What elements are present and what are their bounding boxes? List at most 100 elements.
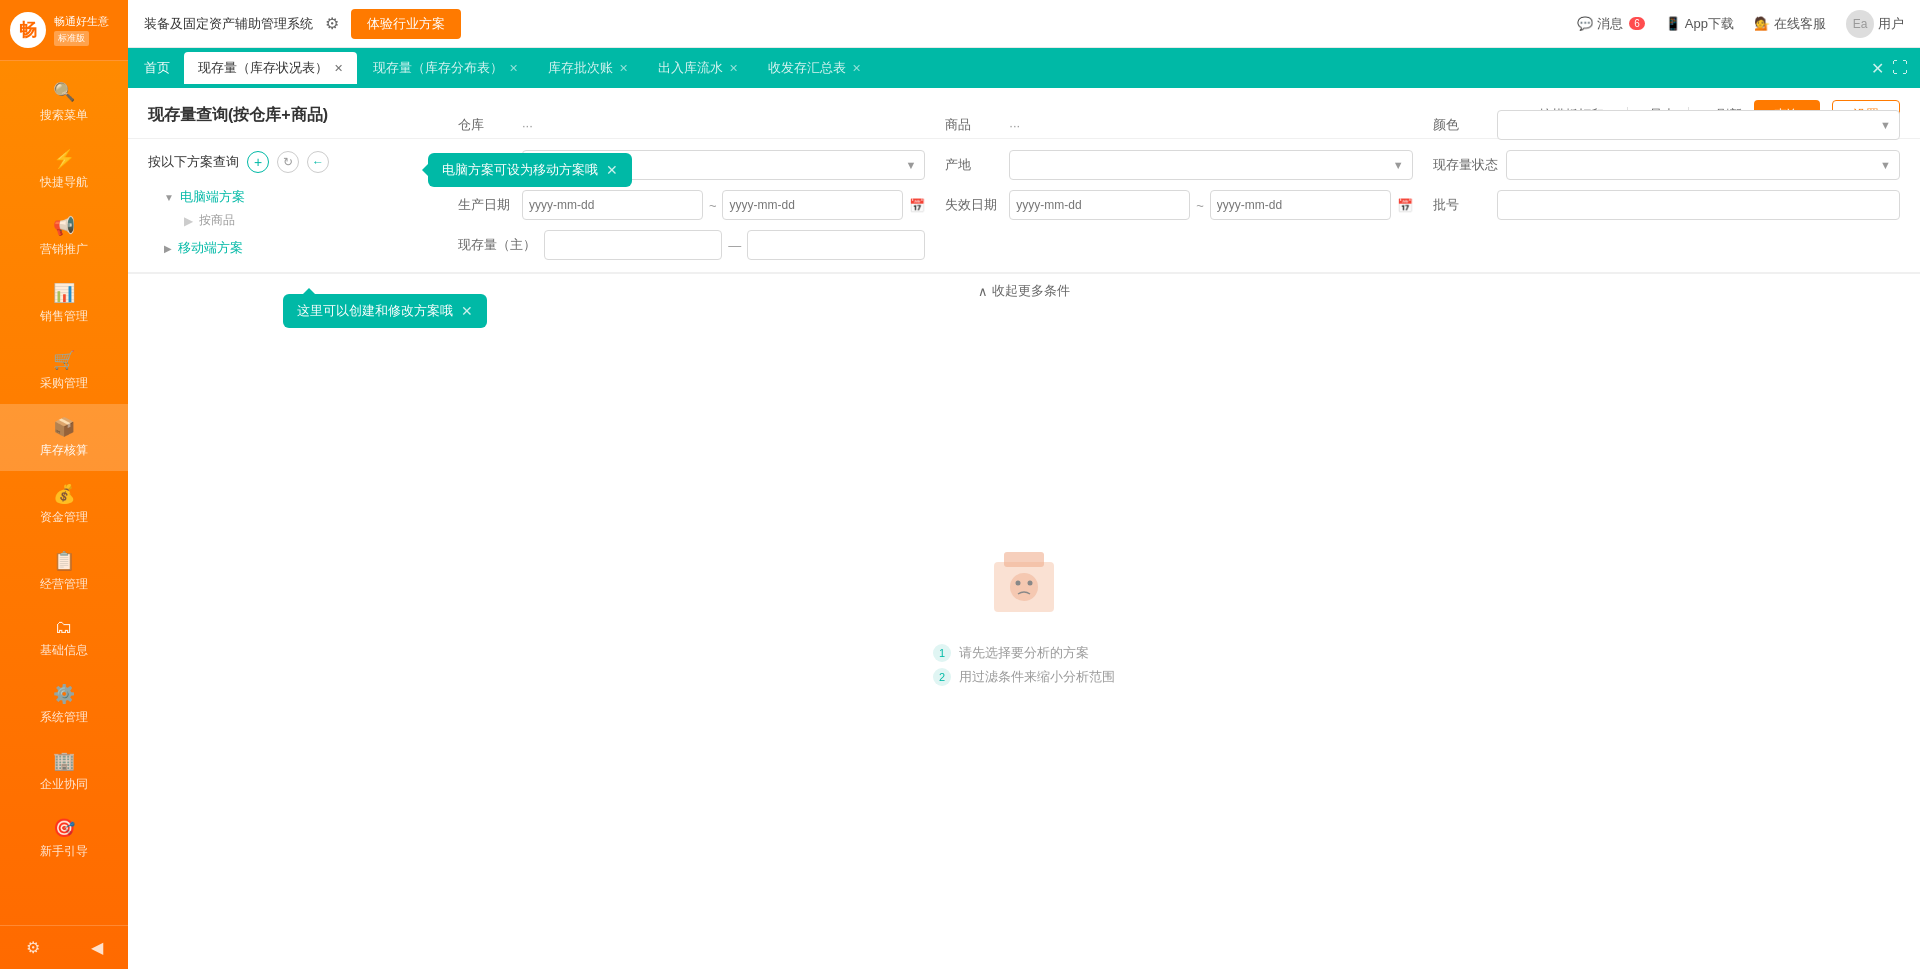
filter-section: 按以下方案查询 + ↻ ← 电脑方案可设为移动方案哦 ✕ ▼ 电脑端方案 ▶ — [128, 139, 1920, 273]
filter-row-origin: 产地 ▼ — [945, 150, 1412, 180]
empty-tip-1: 1 请先选择要分析的方案 — [933, 644, 1115, 662]
sidebar-item-finance[interactable]: 💰 资金管理 — [0, 471, 128, 538]
tab-inventory-status-label: 现存量（库存状况表） — [198, 59, 328, 77]
online-service-button[interactable]: 💁 在线客服 — [1754, 15, 1826, 33]
filter-row-expiry-date: 失效日期 ~ 📅 — [945, 190, 1412, 220]
tab-inventory-status[interactable]: 现存量（库存状况表） ✕ — [184, 52, 357, 84]
expiry-date-icon[interactable]: 📅 — [1397, 198, 1413, 213]
sidebar-collapse-btn[interactable]: ◀ — [91, 938, 103, 957]
empty-tip-2: 2 用过滤条件来缩小分析范围 — [933, 668, 1115, 686]
inventory-icon: 📦 — [53, 416, 75, 438]
color-select-arrow: ▼ — [1880, 119, 1891, 131]
expiry-date-from[interactable] — [1009, 190, 1190, 220]
tab-close-icon[interactable]: ✕ — [619, 62, 628, 75]
phone-icon: 📱 — [1665, 16, 1681, 31]
tooltip-create-text: 这里可以创建和修改方案哦 — [297, 302, 453, 320]
tab-inout-flow[interactable]: 出入库流水 ✕ — [644, 52, 752, 84]
close-all-tabs-btn[interactable]: ✕ — [1871, 59, 1884, 78]
sidebar-item-guide[interactable]: 🎯 新手引导 — [0, 805, 128, 872]
tooltip-scheme-close[interactable]: ✕ — [606, 162, 618, 178]
sidebar-item-search[interactable]: 🔍 搜索菜单 — [0, 69, 128, 136]
prod-date-from[interactable] — [522, 190, 703, 220]
sidebar-item-basic[interactable]: 🗂 基础信息 — [0, 605, 128, 671]
batch-input[interactable] — [1497, 190, 1900, 220]
arrow-scheme-btn[interactable]: ← — [307, 151, 329, 173]
tooltip-create-close[interactable]: ✕ — [461, 303, 473, 319]
empty-tips: 1 请先选择要分析的方案 2 用过滤条件来缩小分析范围 — [933, 644, 1115, 686]
sidebar-logo: 畅 畅通好生意 标准版 — [0, 0, 128, 61]
trial-button[interactable]: 体验行业方案 — [351, 9, 461, 39]
user-avatar: Ea — [1846, 10, 1874, 38]
tab-home[interactable]: 首页 — [132, 52, 182, 84]
origin-select[interactable]: ▼ — [1009, 150, 1412, 180]
tab-close-icon[interactable]: ✕ — [334, 62, 343, 75]
filter-row-stock-main: 现存量（主） — — [458, 230, 925, 260]
sidebar: 畅 畅通好生意 标准版 🔍 搜索菜单 ⚡ 快捷导航 📢 营销推广 📊 销售管理 … — [0, 0, 128, 969]
goods-dots[interactable]: ··· — [1009, 118, 1020, 133]
edit-scheme-btn[interactable]: ↻ — [277, 151, 299, 173]
sidebar-item-quick[interactable]: ⚡ 快捷导航 — [0, 136, 128, 203]
sidebar-item-operation[interactable]: 📋 经营管理 — [0, 538, 128, 605]
search-icon: 🔍 — [53, 81, 75, 103]
sidebar-item-label: 销售管理 — [40, 308, 88, 325]
sales-icon: 📊 — [53, 282, 75, 304]
tab-close-icon[interactable]: ✕ — [852, 62, 861, 75]
sidebar-nav: 🔍 搜索菜单 ⚡ 快捷导航 📢 营销推广 📊 销售管理 🛒 采购管理 📦 库存核… — [0, 61, 128, 925]
empty-state: 1 请先选择要分析的方案 2 用过滤条件来缩小分析范围 — [128, 308, 1920, 969]
message-button[interactable]: 💬 消息 6 — [1577, 15, 1645, 33]
collapse-arrow-icon: ▼ — [164, 192, 174, 203]
sidebar-item-marketing[interactable]: 📢 营销推广 — [0, 203, 128, 270]
message-label: 消息 — [1597, 15, 1623, 33]
tab-close-icon[interactable]: ✕ — [729, 62, 738, 75]
stock-status-select[interactable]: ▼ — [1506, 150, 1900, 180]
tab-close-icon[interactable]: ✕ — [509, 62, 518, 75]
sidebar-item-enterprise[interactable]: 🏢 企业协同 — [0, 738, 128, 805]
logo-text: 畅通好生意 — [54, 14, 109, 29]
enterprise-icon: 🏢 — [53, 750, 75, 772]
expiry-date-to[interactable] — [1210, 190, 1391, 220]
scheme-pc-label: 电脑端方案 — [180, 188, 245, 206]
sidebar-item-sales[interactable]: 📊 销售管理 — [0, 270, 128, 337]
guide-icon: 🎯 — [53, 817, 75, 839]
sidebar-item-purchase[interactable]: 🛒 采购管理 — [0, 337, 128, 404]
app-download-button[interactable]: 📱 App下载 — [1665, 15, 1734, 33]
goods-label: 商品 — [945, 116, 1001, 134]
warehouse-dots[interactable]: ··· — [522, 118, 533, 133]
prod-date-icon[interactable]: 📅 — [909, 198, 925, 213]
svg-point-2 — [1010, 573, 1038, 601]
origin-select-arrow: ▼ — [1393, 159, 1404, 171]
collapse-label: 收起更多条件 — [992, 282, 1070, 300]
scheme-mobile-label: 移动端方案 — [178, 239, 243, 257]
sidebar-item-inventory[interactable]: 📦 库存核算 — [0, 404, 128, 471]
sidebar-item-label: 快捷导航 — [40, 174, 88, 191]
stock-status-arrow: ▼ — [1880, 159, 1891, 171]
color-label: 颜色 — [1433, 116, 1489, 134]
add-scheme-btn[interactable]: + — [247, 151, 269, 173]
stock-main-to[interactable] — [747, 230, 925, 260]
origin-label: 产地 — [945, 156, 1001, 174]
sidebar-bottom: ⚙ ◀ — [0, 925, 128, 969]
sidebar-item-label: 营销推广 — [40, 241, 88, 258]
sidebar-item-label: 搜索菜单 — [40, 107, 88, 124]
size-select-arrow: ▼ — [905, 159, 916, 171]
expand-tab-btn[interactable]: ⛶ — [1892, 59, 1908, 77]
expiry-date-label: 失效日期 — [945, 196, 1001, 214]
empty-illustration — [974, 532, 1074, 632]
filter-row-prod-date: 生产日期 ~ 📅 — [458, 190, 925, 220]
mobile-arrow-icon: ▶ — [164, 243, 172, 254]
sidebar-settings-btn[interactable]: ⚙ — [26, 938, 40, 957]
tooltip-scheme-text: 电脑方案可设为移动方案哦 — [442, 161, 598, 179]
tab-recv-summary[interactable]: 收发存汇总表 ✕ — [754, 52, 875, 84]
stock-status-label: 现存量状态 — [1433, 156, 1498, 174]
header-left: 装备及固定资产辅助管理系统 ⚙ 体验行业方案 — [144, 9, 461, 39]
tab-inventory-dist[interactable]: 现存量（库存分布表） ✕ — [359, 52, 532, 84]
svg-point-3 — [1016, 580, 1021, 585]
stock-main-from[interactable] — [544, 230, 722, 260]
user-menu[interactable]: Ea 用户 — [1846, 10, 1904, 38]
prod-date-to[interactable] — [722, 190, 903, 220]
header-settings-icon[interactable]: ⚙ — [325, 14, 339, 33]
tab-batch-account[interactable]: 库存批次账 ✕ — [534, 52, 642, 84]
color-select[interactable]: ▼ — [1497, 110, 1900, 140]
main-area: 装备及固定资产辅助管理系统 ⚙ 体验行业方案 💬 消息 6 📱 App下载 💁 … — [128, 0, 1920, 969]
sidebar-item-system[interactable]: ⚙️ 系统管理 — [0, 671, 128, 738]
